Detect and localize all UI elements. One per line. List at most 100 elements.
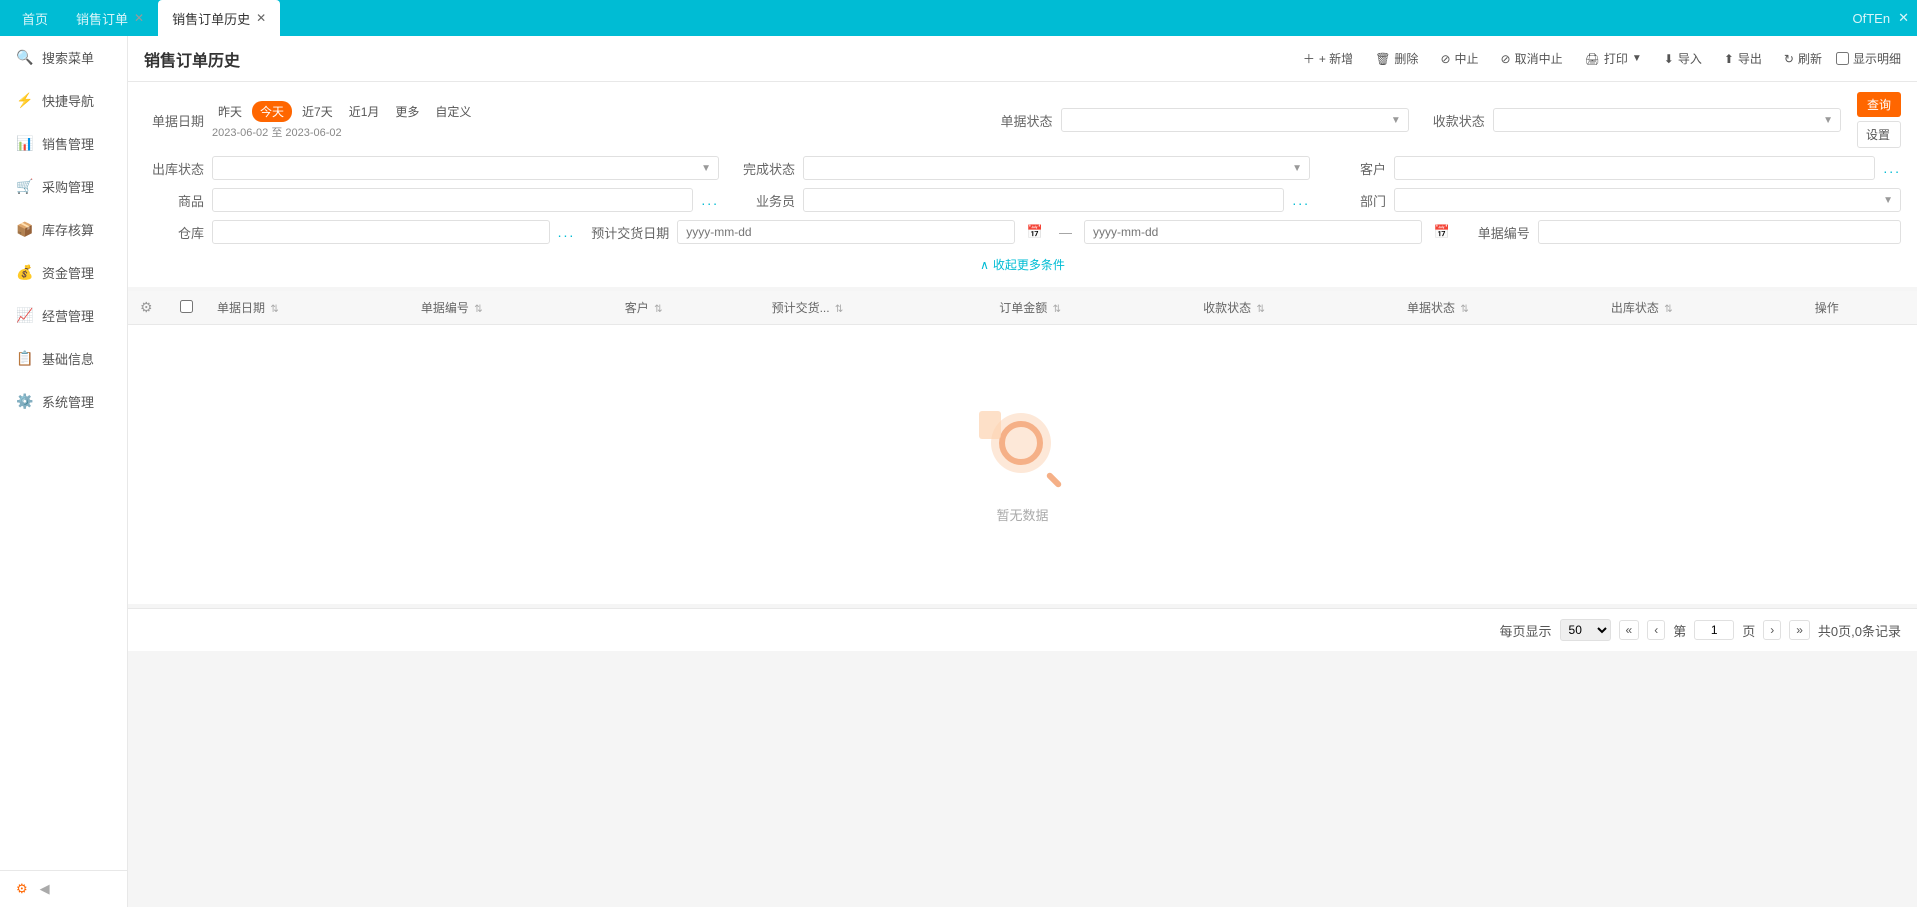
amount-sort-icon: ⇅ (1053, 304, 1061, 315)
query-button[interactable]: 查询 (1857, 92, 1901, 117)
filter-pay-status-wrap: ▼ (1493, 108, 1841, 132)
sidebar-item-purchase-label: 采购管理 (42, 177, 94, 196)
date-btn-7days[interactable]: 近7天 (296, 101, 339, 122)
print-button[interactable]: 🖨 打印 ▼ (1577, 46, 1650, 71)
display-detail-checkbox[interactable] (1836, 52, 1849, 65)
filter-date-label: 单据日期 (144, 111, 204, 130)
filter-department-wrap: ▼ (1394, 188, 1901, 212)
filter-department-select[interactable] (1394, 188, 1901, 212)
customer-picker-icon[interactable]: ... (1883, 160, 1901, 176)
sales-icon: 📊 (16, 135, 34, 152)
tab-sales-order-close[interactable]: ✕ (134, 11, 144, 25)
table-header-row: ⚙ 单据日期 ⇅ 单据编号 ⇅ (128, 291, 1917, 325)
content-area: 销售订单历史 ＋ + 新增 🗑 删除 ⊘ 中止 ⊘ 取消中止 (128, 36, 1917, 907)
date-range-text: 2023-06-02 至 2023-06-02 (212, 124, 477, 140)
page-size-select[interactable]: 50 10 20 100 (1560, 619, 1611, 641)
top-bar-close[interactable]: ✕ (1898, 10, 1909, 26)
page-number-input[interactable] (1694, 620, 1734, 640)
stop-button[interactable]: ⊘ 中止 (1432, 46, 1486, 71)
sidebar-item-basic-info[interactable]: 📋 基础信息 (0, 337, 127, 380)
page-header: 销售订单历史 ＋ + 新增 🗑 删除 ⊘ 中止 ⊘ 取消中止 (128, 36, 1917, 82)
filter-order-no-input[interactable] (1538, 220, 1901, 244)
table-header-out-stock[interactable]: 出库状态 ⇅ (1599, 291, 1803, 325)
date-btn-more[interactable]: 更多 (389, 101, 425, 122)
quicknav-icon: ⚡ (16, 92, 34, 109)
cancel-stop-button[interactable]: ⊘ 取消中止 (1493, 46, 1571, 71)
filter-area: 单据日期 昨天 今天 近7天 近1月 更多 自定义 2023-06-02 至 2… (128, 82, 1917, 287)
next-page-button[interactable]: › (1763, 620, 1781, 640)
sidebar-item-operations-label: 经营管理 (42, 306, 94, 325)
table-header-delivery[interactable]: 预计交货... ⇅ (760, 291, 988, 325)
first-page-button[interactable]: « (1619, 620, 1640, 640)
refresh-button[interactable]: ↻ 刷新 (1776, 46, 1830, 71)
filter-customer-input[interactable] (1394, 156, 1875, 180)
calendar-end-icon[interactable]: 📅 (1434, 224, 1450, 240)
table-header-amount[interactable]: 订单金额 ⇅ (987, 291, 1191, 325)
sidebar-item-inventory[interactable]: 📦 库存核算 (0, 208, 127, 251)
sidebar-item-system[interactable]: ⚙️ 系统管理 (0, 380, 127, 423)
new-button[interactable]: ＋ + 新增 (1295, 46, 1361, 71)
collapse-up-icon: ∧ (980, 258, 989, 272)
table-header-pay-status[interactable]: 收款状态 ⇅ (1191, 291, 1395, 325)
table-header-order-status[interactable]: 单据状态 ⇅ (1395, 291, 1599, 325)
last-page-button[interactable]: » (1789, 620, 1810, 640)
warehouse-picker-icon[interactable]: ... (558, 224, 576, 240)
filter-salesperson-label: 业务员 (735, 191, 795, 210)
table-body: 暂无数据 (128, 325, 1917, 605)
table-header-date[interactable]: 单据日期 ⇅ (205, 291, 409, 325)
filter-out-stock-select[interactable] (212, 156, 719, 180)
delete-icon: 🗑 (1375, 52, 1390, 66)
new-icon: ＋ (1303, 50, 1315, 67)
table-select-all-checkbox[interactable] (180, 300, 193, 313)
filter-delivery-date-item: 预计交货日期 📅 — 📅 (591, 220, 1454, 244)
export-button[interactable]: ⬆ 导出 (1716, 46, 1770, 71)
sidebar-item-sales[interactable]: 📊 销售管理 (0, 122, 127, 165)
filter-order-status-select[interactable] (1061, 108, 1409, 132)
filter-pay-status-select[interactable] (1493, 108, 1841, 132)
tab-sales-history-close[interactable]: ✕ (256, 11, 266, 25)
prev-page-button[interactable]: ‹ (1647, 620, 1665, 640)
delete-button[interactable]: 🗑 删除 (1367, 46, 1426, 71)
tab-sales-history[interactable]: 销售订单历史 ✕ (158, 0, 280, 36)
sidebar-settings-icon[interactable]: ⚙ (16, 881, 28, 897)
sidebar-item-purchase[interactable]: 🛒 采购管理 (0, 165, 127, 208)
salesperson-picker-icon[interactable]: ... (1292, 192, 1310, 208)
filter-salesperson-input[interactable] (803, 188, 1284, 212)
filter-complete-select[interactable] (803, 156, 1310, 180)
date-btn-custom[interactable]: 自定义 (429, 101, 477, 122)
date-btn-1month[interactable]: 近1月 (343, 101, 386, 122)
table-header-order-no[interactable]: 单据编号 ⇅ (409, 291, 613, 325)
settings-button[interactable]: 设置 (1857, 121, 1901, 148)
filter-department-item: 部门 ▼ (1326, 188, 1901, 212)
delivery-sort-icon: ⇅ (835, 304, 843, 315)
filter-delivery-date-start[interactable] (677, 220, 1015, 244)
sidebar-item-quicknav[interactable]: ⚡ 快捷导航 (0, 79, 127, 122)
display-detail-checkbox-label[interactable]: 显示明细 (1836, 50, 1901, 67)
pay-status-sort-icon: ⇅ (1256, 304, 1264, 315)
sidebar-item-search[interactable]: 🔍 搜索菜单 (0, 36, 127, 79)
date-btn-yesterday[interactable]: 昨天 (212, 101, 248, 122)
sidebar-item-finance[interactable]: 💰 资金管理 (0, 251, 127, 294)
print-label: 打印 (1604, 50, 1628, 67)
calendar-start-icon[interactable]: 📅 (1027, 224, 1043, 240)
date-btn-today[interactable]: 今天 (252, 101, 292, 122)
goods-picker-icon[interactable]: ... (701, 192, 719, 208)
table-settings-gear-icon[interactable]: ⚙ (140, 299, 153, 315)
filter-warehouse-input[interactable] (212, 220, 550, 244)
tab-home[interactable]: 首页 (8, 0, 62, 36)
filter-delivery-date-end[interactable] (1084, 220, 1422, 244)
collapse-btn[interactable]: ∧ 收起更多条件 (144, 252, 1901, 277)
tabs-area: 首页 销售订单 ✕ 销售订单历史 ✕ (8, 0, 280, 36)
filter-row-3: 商品 ... 业务员 ... 部门 ▼ (144, 188, 1901, 212)
import-button[interactable]: ⬇ 导入 (1656, 46, 1710, 71)
date-separator: — (1059, 225, 1072, 240)
import-label: 导入 (1678, 50, 1702, 67)
tab-sales-order[interactable]: 销售订单 ✕ (62, 0, 158, 36)
stop-icon: ⊘ (1440, 52, 1450, 66)
customer-sort-icon: ⇅ (654, 304, 662, 315)
filter-warehouse-item: 仓库 ... (144, 220, 575, 244)
table-header-customer[interactable]: 客户 ⇅ (613, 291, 760, 325)
sidebar-item-operations[interactable]: 📈 经营管理 (0, 294, 127, 337)
sidebar-collapse-icon[interactable]: ◀ (40, 881, 50, 897)
filter-goods-input[interactable] (212, 188, 693, 212)
